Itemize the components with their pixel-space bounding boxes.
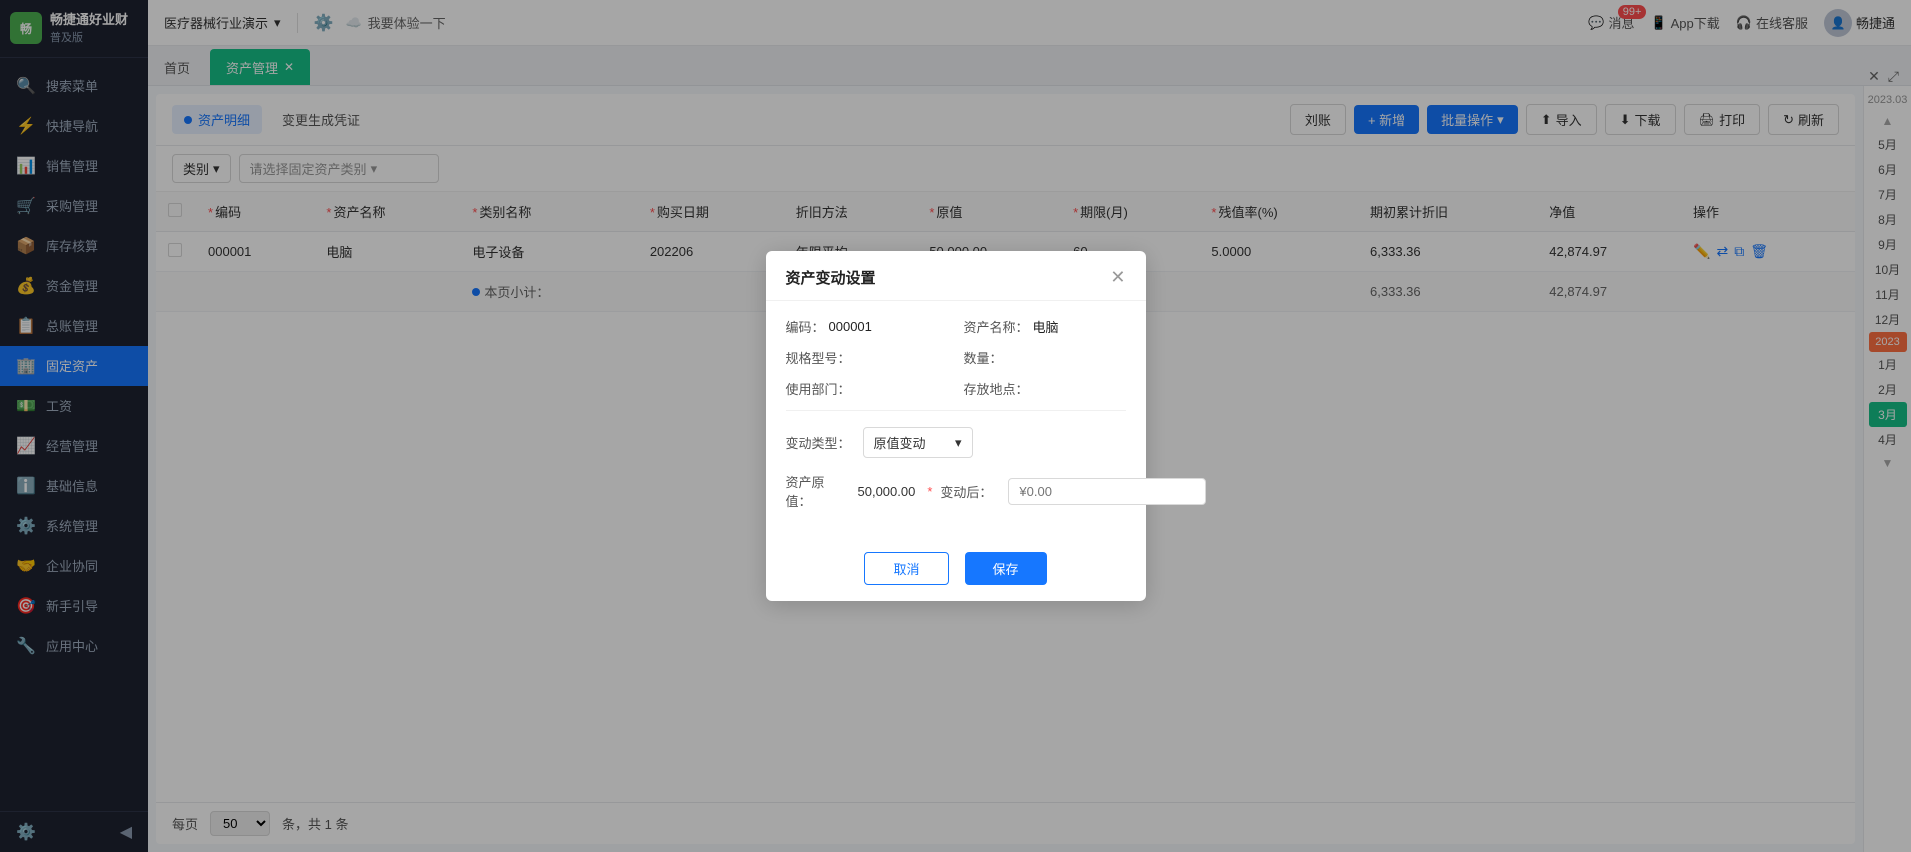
modal-divider xyxy=(786,410,1126,411)
modal-field-spec: 规格型号： xyxy=(786,348,948,367)
modal-field-code: 编码： 000001 xyxy=(786,317,948,336)
modal-title: 资产变动设置 xyxy=(786,267,876,288)
modal-info-row-1: 编码： 000001 资产名称： 电脑 xyxy=(786,317,1126,336)
modal-header: 资产变动设置 ✕ xyxy=(766,251,1146,301)
modal-field-asset-name: 资产名称： 电脑 xyxy=(964,317,1126,336)
cancel-button[interactable]: 取消 xyxy=(864,552,948,585)
modal-form-row-value: 资产原值： 50,000.00 * 变动后： xyxy=(786,472,1126,510)
save-button[interactable]: 保存 xyxy=(965,552,1047,585)
after-change-label: 变动后： xyxy=(940,482,1000,501)
asset-original-label: 资产原值： xyxy=(786,472,846,510)
modal-input-after: * 变动后： xyxy=(927,478,1206,505)
location-label: 存放地点： xyxy=(964,379,1029,398)
spec-label: 规格型号： xyxy=(786,348,851,367)
modal-overlay[interactable]: 资产变动设置 ✕ 编码： 000001 资产名称： 电脑 规格型号： xyxy=(0,0,1911,852)
asset-original-value: 50,000.00 xyxy=(858,484,916,499)
modal-body: 编码： 000001 资产名称： 电脑 规格型号： 数量： xyxy=(766,301,1146,540)
modal-info-row-2: 规格型号： 数量： xyxy=(786,348,1126,367)
change-type-dropdown-icon: ▾ xyxy=(955,435,962,451)
asset-name-value: 电脑 xyxy=(1033,317,1059,336)
code-label: 编码： xyxy=(786,317,825,336)
modal-field-dept: 使用部门： xyxy=(786,379,948,398)
required-star: * xyxy=(927,484,932,499)
modal-close-icon[interactable]: ✕ xyxy=(1110,267,1125,288)
code-value: 000001 xyxy=(829,319,872,334)
asset-change-modal: 资产变动设置 ✕ 编码： 000001 资产名称： 电脑 规格型号： xyxy=(766,251,1146,601)
change-type-value: 原值变动 xyxy=(874,433,926,452)
quantity-label: 数量： xyxy=(964,348,1003,367)
modal-field-quantity: 数量： xyxy=(964,348,1126,367)
modal-field-location: 存放地点： xyxy=(964,379,1126,398)
dept-label: 使用部门： xyxy=(786,379,851,398)
after-change-input[interactable] xyxy=(1008,478,1206,505)
change-type-select[interactable]: 原值变动 ▾ xyxy=(863,427,973,458)
asset-name-label: 资产名称： xyxy=(964,317,1029,336)
modal-info-row-3: 使用部门： 存放地点： xyxy=(786,379,1126,398)
change-type-label: 变动类型： xyxy=(786,433,851,452)
modal-form-row-type: 变动类型： 原值变动 ▾ xyxy=(786,427,1126,458)
modal-footer: 取消 保存 xyxy=(766,540,1146,601)
